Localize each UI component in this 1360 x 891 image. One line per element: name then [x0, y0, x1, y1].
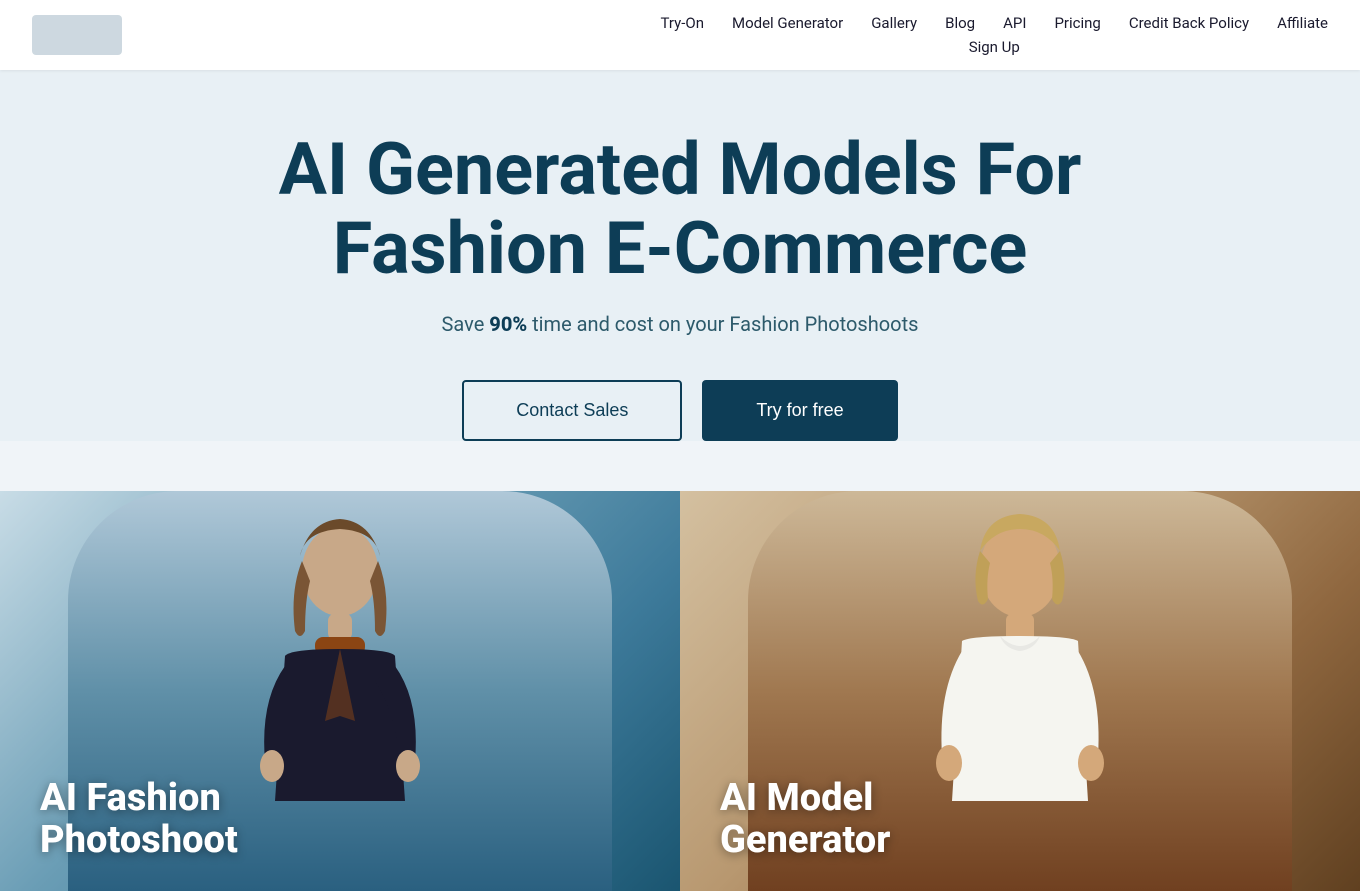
nav-link-pricing[interactable]: Pricing: [1054, 14, 1100, 32]
image-section: AI Fashion Photoshoot AI M: [0, 491, 1360, 891]
nav-row-2: Sign Up: [969, 38, 1020, 56]
fashion-card-label: AI Fashion Photoshoot: [40, 778, 238, 862]
fashion-photoshoot-card[interactable]: AI Fashion Photoshoot: [0, 491, 680, 891]
man-figure: [890, 501, 1150, 891]
nav-link-credit-back-policy[interactable]: Credit Back Policy: [1129, 14, 1249, 32]
nav-link-api[interactable]: API: [1003, 14, 1026, 32]
nav-link-try-on[interactable]: Try-On: [661, 14, 704, 32]
nav-link-sign-up[interactable]: Sign Up: [969, 38, 1020, 56]
logo-container: [32, 15, 122, 55]
nav-row-1: Try-On Model Generator Gallery Blog API …: [661, 14, 1328, 32]
model-generator-card[interactable]: AI Model Generator: [680, 491, 1360, 891]
nav-link-gallery[interactable]: Gallery: [871, 14, 917, 32]
model-card-label: AI Model Generator: [720, 778, 890, 862]
hero-subtitle: Save 90% time and cost on your Fashion P…: [20, 312, 1340, 336]
nav-link-model-generator[interactable]: Model Generator: [732, 14, 843, 32]
nav-link-affiliate[interactable]: Affiliate: [1277, 14, 1328, 32]
hero-buttons: Contact Sales Try for free: [20, 380, 1340, 441]
try-for-free-button[interactable]: Try for free: [702, 380, 897, 441]
contact-sales-button[interactable]: Contact Sales: [462, 380, 682, 441]
hero-section: AI Generated Models For Fashion E-Commer…: [0, 70, 1360, 441]
nav-link-blog[interactable]: Blog: [945, 14, 975, 32]
logo: [32, 15, 122, 55]
nav-center: Try-On Model Generator Gallery Blog API …: [661, 14, 1328, 56]
navbar: Try-On Model Generator Gallery Blog API …: [0, 0, 1360, 70]
woman-figure: [210, 501, 470, 891]
hero-title: AI Generated Models For Fashion E-Commer…: [230, 130, 1130, 288]
